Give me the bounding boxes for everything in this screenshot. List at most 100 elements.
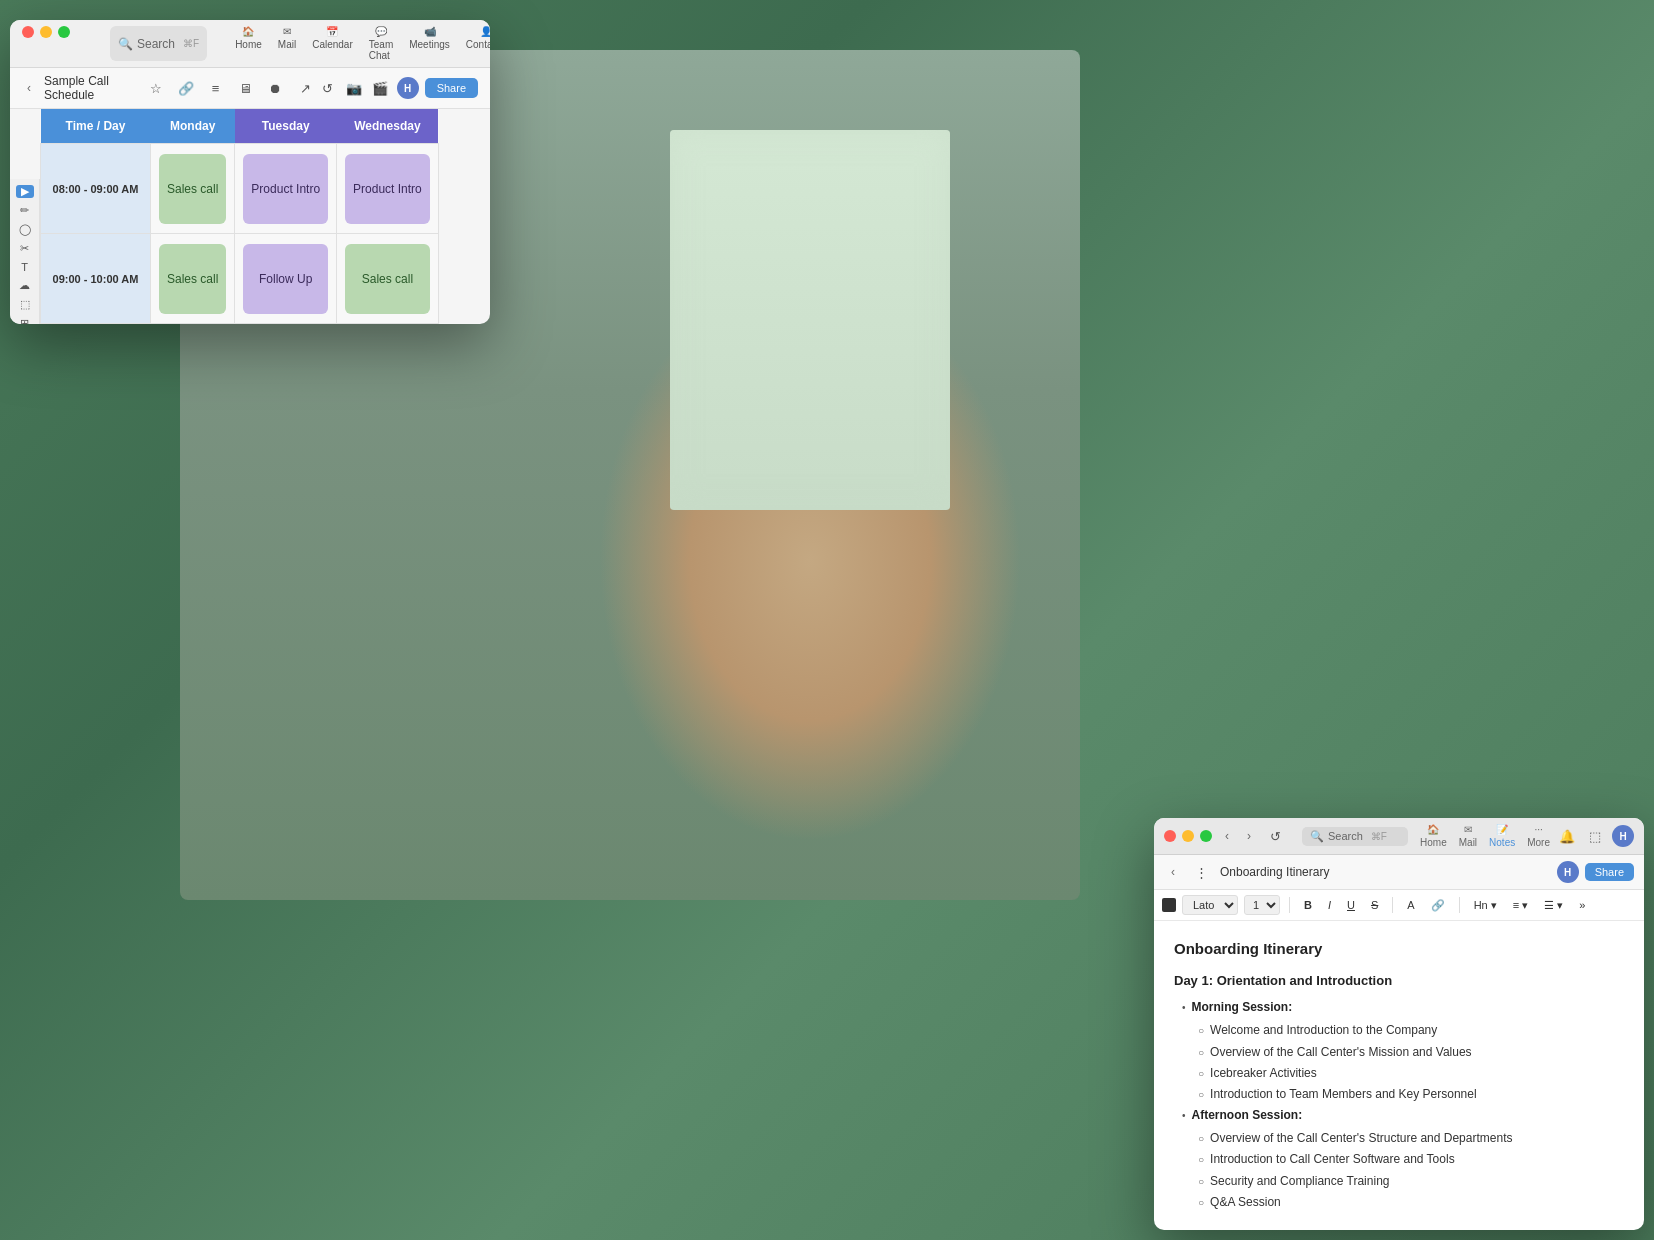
notes-title: Onboarding Itinerary	[1174, 937, 1624, 961]
nav-calendar[interactable]: 📅 Calendar	[312, 26, 353, 61]
nav-mail[interactable]: ✉ Mail	[278, 26, 296, 61]
record-icon[interactable]: ⏺	[265, 77, 287, 99]
notes-minimize-button[interactable]	[1182, 830, 1194, 842]
follow-up-tuesday[interactable]: Follow Up	[243, 244, 328, 314]
notes-sidebar-toggle[interactable]: ‹	[1164, 863, 1182, 881]
notes-search-bar[interactable]: 🔍 Search ⌘F	[1302, 827, 1408, 846]
italic-button[interactable]: I	[1323, 897, 1336, 913]
notes-doc-user-avatar[interactable]: H	[1557, 861, 1579, 883]
notes-bell-icon[interactable]: 🔔	[1556, 825, 1578, 847]
font-size-selector[interactable]: 16	[1244, 895, 1280, 915]
monitor-icon[interactable]: 🖥	[235, 77, 257, 99]
monday-cell-0900[interactable]: Sales call	[151, 234, 235, 324]
search-shortcut: ⌘F	[183, 38, 199, 49]
link-icon[interactable]: 🔗	[175, 77, 197, 99]
tool-grid[interactable]: ⊞	[16, 317, 34, 324]
list-item: ○ Overview of the Call Center's Mission …	[1198, 1043, 1624, 1062]
document-title: Sample Call Schedule	[44, 74, 137, 102]
nav-arrows: ‹ ›	[1218, 827, 1258, 845]
home-icon: 🏠	[242, 26, 254, 37]
underline-button[interactable]: U	[1342, 897, 1360, 913]
camera-icon[interactable]: 📷	[343, 77, 365, 99]
sub-bullet-icon: ○	[1198, 1045, 1204, 1061]
morning-item-3: Icebreaker Activities	[1210, 1064, 1317, 1083]
list-item: ○ Q&A Session	[1198, 1193, 1624, 1212]
highlight-button[interactable]: A	[1402, 897, 1419, 913]
share-button[interactable]: Share	[425, 78, 478, 98]
tool-cloud[interactable]: ☁	[16, 279, 34, 292]
tuesday-cell-0900[interactable]: Follow Up	[235, 234, 337, 324]
notes-nav-home[interactable]: 🏠 Home	[1420, 824, 1447, 848]
star-icon[interactable]: ☆	[145, 77, 167, 99]
align-button[interactable]: ≡ ▾	[1508, 897, 1533, 914]
search-text: Search	[137, 37, 175, 51]
schedule-table: Time / Day Monday Tuesday Wednesday 08:0…	[40, 109, 439, 324]
tool-cut[interactable]: ✂	[16, 242, 34, 255]
sales-call-monday-0800[interactable]: Sales call	[159, 154, 226, 224]
list-icon[interactable]: ≡	[205, 77, 227, 99]
notes-back-arrow[interactable]: ‹	[1218, 827, 1236, 845]
refresh-icon[interactable]: ↺	[317, 77, 339, 99]
bold-button[interactable]: B	[1299, 897, 1317, 913]
sales-call-monday-0900[interactable]: Sales call	[159, 244, 226, 314]
nav-contacts[interactable]: 👤 Contacts	[466, 26, 490, 61]
notes-user-avatar[interactable]: H	[1612, 825, 1634, 847]
user-avatar[interactable]: H	[397, 77, 419, 99]
font-selector[interactable]: Lato	[1182, 895, 1238, 915]
notes-more-options-icon[interactable]: ⋮	[1190, 861, 1212, 883]
tool-pen[interactable]: ✏	[16, 204, 34, 217]
link-button[interactable]: 🔗	[1426, 897, 1450, 914]
app-top-nav: 🔍 Search ⌘F 🏠 Home ✉ Mail 📅 Calendar 💬 T…	[10, 20, 490, 68]
window-toolbar: ‹ Sample Call Schedule ☆ 🔗 ≡ 🖥 ⏺ ↗ ↺ 📷 🎬…	[10, 68, 490, 109]
notes-share-button[interactable]: Share	[1585, 863, 1634, 881]
sales-call-wednesday-0900[interactable]: Sales call	[345, 244, 430, 314]
notes-maximize-button[interactable]	[1200, 830, 1212, 842]
sub-bullet-icon: ○	[1198, 1087, 1204, 1103]
tool-text[interactable]: T	[16, 261, 34, 273]
product-intro-tuesday[interactable]: Product Intro	[243, 154, 328, 224]
notes-mail-icon: ✉	[1464, 824, 1472, 835]
notes-formatting-toolbar: Lato 16 B I U S A 🔗 Hn ▾ ≡ ▾ ☰ ▾ »	[1154, 890, 1644, 921]
heading-button[interactable]: Hn ▾	[1469, 897, 1502, 914]
nav-meetings[interactable]: 📹 Meetings	[409, 26, 450, 61]
notes-nav-more[interactable]: ··· More	[1527, 824, 1550, 848]
notes-layout-icon[interactable]: ⬚	[1584, 825, 1606, 847]
divider-1	[1289, 897, 1290, 913]
notes-nav-notes[interactable]: 📝 Notes	[1489, 824, 1515, 848]
video-icon[interactable]: 🎬	[369, 77, 391, 99]
list-button[interactable]: ☰ ▾	[1539, 897, 1568, 914]
notes-titlebar: ‹ › ↺ 🔍 Search ⌘F 🏠 Home ✉ Mail 📝 Notes …	[1154, 818, 1644, 855]
notes-close-button[interactable]	[1164, 830, 1176, 842]
morning-item-4: Introduction to Team Members and Key Per…	[1210, 1085, 1477, 1104]
close-button[interactable]	[22, 26, 34, 38]
contacts-icon: 👤	[480, 26, 490, 37]
calendar-window: 🔍 Search ⌘F 🏠 Home ✉ Mail 📅 Calendar 💬 T…	[10, 20, 490, 324]
wednesday-cell-0800[interactable]: Product Intro	[337, 144, 439, 234]
monday-cell-0800[interactable]: Sales call	[151, 144, 235, 234]
nav-home[interactable]: 🏠 Home	[235, 26, 262, 61]
more-format-button[interactable]: »	[1574, 897, 1590, 913]
top-search-bar[interactable]: 🔍 Search ⌘F	[110, 26, 207, 61]
sub-bullet-icon: ○	[1198, 1195, 1204, 1211]
nav-teamchat[interactable]: 💬 Team Chat	[369, 26, 393, 61]
tool-frame[interactable]: ⬚	[16, 298, 34, 311]
morning-item-1: Welcome and Introduction to the Company	[1210, 1021, 1437, 1040]
strikethrough-button[interactable]: S	[1366, 897, 1383, 913]
notes-nav-mail[interactable]: ✉ Mail	[1459, 824, 1477, 848]
minimize-button[interactable]	[40, 26, 52, 38]
tuesday-cell-0800[interactable]: Product Intro	[235, 144, 337, 234]
tool-shapes[interactable]: ◯	[16, 223, 34, 236]
wednesday-cell-0900[interactable]: Sales call	[337, 234, 439, 324]
notes-forward-arrow[interactable]: ›	[1240, 827, 1258, 845]
back-button[interactable]: ‹	[22, 79, 36, 97]
sub-bullet-icon: ○	[1198, 1152, 1204, 1168]
list-item: ○ Introduction to Call Center Software a…	[1198, 1150, 1624, 1169]
notes-search-icon: 🔍	[1310, 830, 1324, 843]
maximize-button[interactable]	[58, 26, 70, 38]
color-picker[interactable]	[1162, 898, 1176, 912]
product-intro-wednesday[interactable]: Product Intro	[345, 154, 430, 224]
notes-refresh-icon[interactable]: ↺	[1264, 825, 1286, 847]
share-icon-btn[interactable]: ↗	[295, 77, 317, 99]
tool-select[interactable]: ▶	[16, 185, 34, 198]
meetings-icon: 📹	[424, 26, 436, 37]
